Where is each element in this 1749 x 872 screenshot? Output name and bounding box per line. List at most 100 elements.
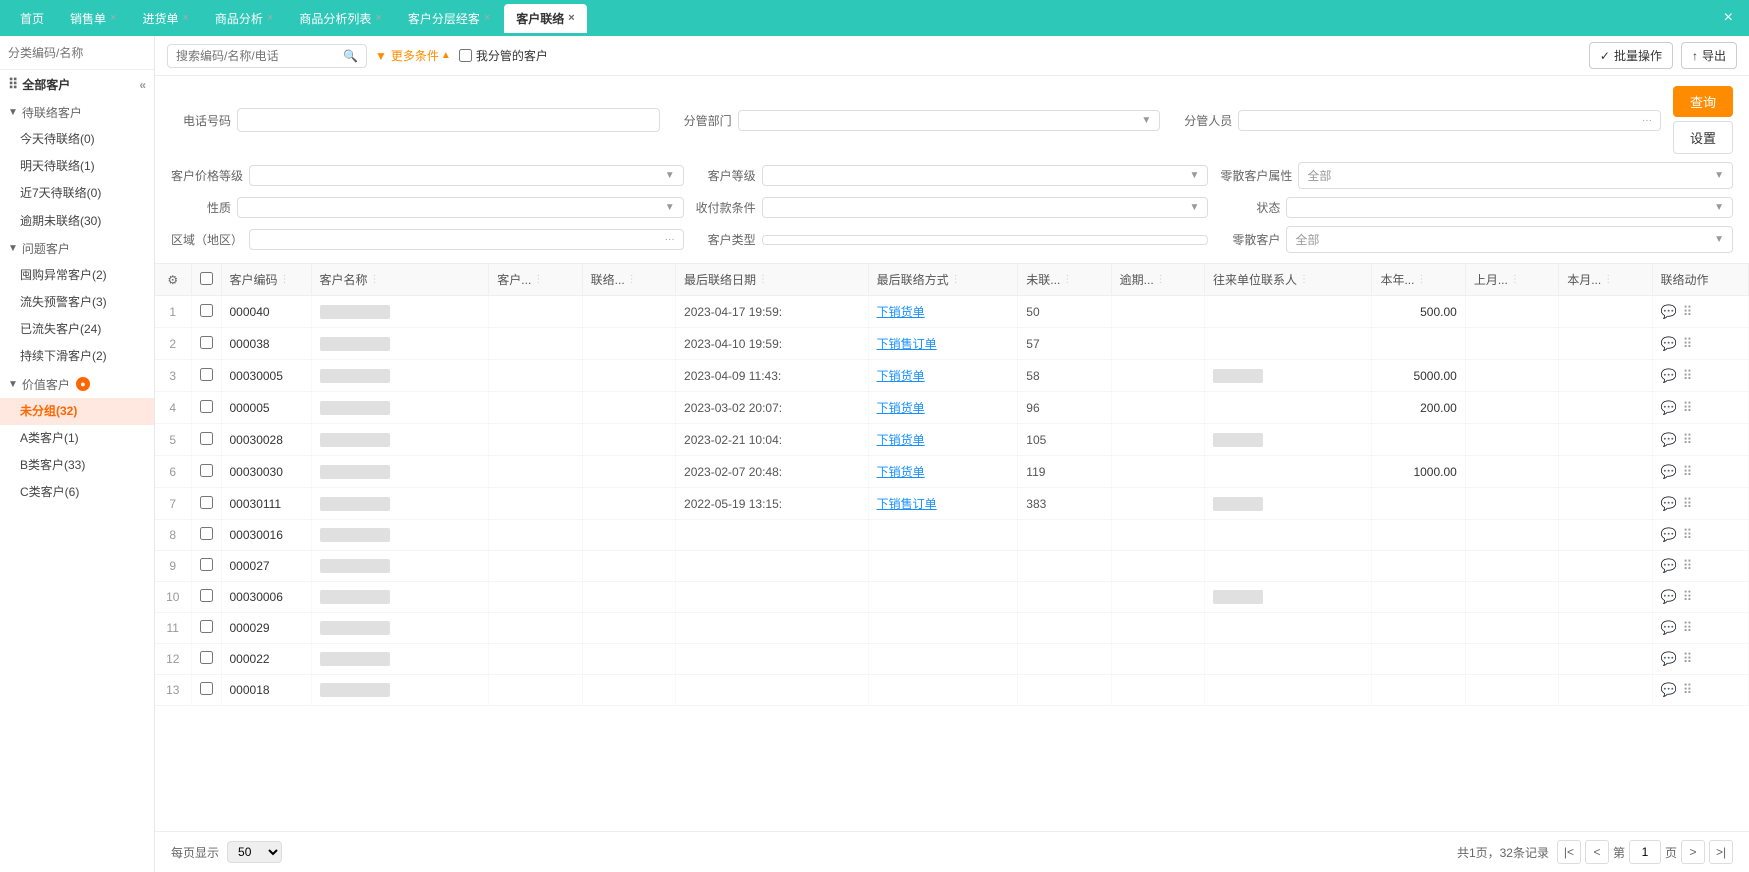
more-icon[interactable]: ⠿	[1683, 464, 1693, 480]
chat-icon[interactable]: 💬	[1661, 589, 1677, 605]
row-checkbox[interactable]	[200, 527, 213, 540]
tab-home[interactable]: 首页	[8, 4, 56, 33]
code-sort-icon[interactable]: ⋮	[280, 274, 290, 285]
no-contact-sort-icon[interactable]: ⋮	[1062, 274, 1072, 285]
last-method-sort-icon[interactable]: ⋮	[951, 274, 961, 285]
chat-icon[interactable]: 💬	[1661, 304, 1677, 320]
next-page-btn[interactable]: >	[1681, 840, 1705, 864]
field-region-select[interactable]: ···	[249, 229, 684, 250]
select-all-checkbox[interactable]	[200, 272, 213, 285]
sidebar-search-input[interactable]	[8, 46, 155, 60]
last-date-sort-icon[interactable]: ⋮	[758, 274, 768, 285]
query-button[interactable]: 查询	[1673, 86, 1733, 117]
sidebar-item-declining[interactable]: 持续下滑客户(2)	[0, 343, 154, 370]
more-icon[interactable]: ⠿	[1683, 682, 1693, 698]
row-checkbox[interactable]	[200, 496, 213, 509]
filter-more-conditions[interactable]: ▼ 更多条件 ▲	[375, 47, 451, 64]
tab-customer-tier-close[interactable]: ×	[484, 12, 490, 24]
row-checkbox[interactable]	[200, 464, 213, 477]
sidebar-item-overdue[interactable]: 逾期未联络(30)	[0, 208, 154, 235]
sidebar-group-pending[interactable]: ▼ 待联络客户	[0, 99, 154, 126]
this-year-sort-icon[interactable]: ⋮	[1416, 274, 1426, 285]
more-icon[interactable]: ⠿	[1683, 400, 1693, 416]
more-icon[interactable]: ⠿	[1683, 558, 1693, 574]
last-method-link[interactable]: 下销货单	[877, 401, 925, 415]
last-method-link[interactable]: 下销货单	[877, 433, 925, 447]
sidebar-item-7days[interactable]: 近7天待联络(0)	[0, 180, 154, 207]
row-checkbox[interactable]	[200, 558, 213, 571]
last-method-link[interactable]: 下销货单	[877, 465, 925, 479]
row-checkbox[interactable]	[200, 400, 213, 413]
last-month-sort-icon[interactable]: ⋮	[1510, 274, 1520, 285]
field-sparse-customer-select[interactable]: 全部 ▼	[1286, 226, 1733, 253]
tab-goods-list[interactable]: 商品分析列表 ×	[287, 4, 393, 33]
row-checkbox[interactable]	[200, 589, 213, 602]
more-icon[interactable]: ⠿	[1683, 527, 1693, 543]
row-checkbox[interactable]	[200, 336, 213, 349]
sidebar-item-type-c[interactable]: C类客户(6)	[0, 479, 154, 506]
field-dept-select[interactable]: ▼	[738, 110, 1161, 131]
field-manager-select[interactable]: ···	[1238, 110, 1661, 131]
more-icon[interactable]: ⠿	[1683, 651, 1693, 667]
settings-icon[interactable]: ⚙	[167, 273, 178, 287]
reset-button[interactable]: 设置	[1673, 121, 1733, 154]
row-checkbox[interactable]	[200, 682, 213, 695]
field-nature-select[interactable]: ▼	[237, 197, 684, 218]
field-payment-select[interactable]: ▼	[762, 197, 1209, 218]
row-checkbox[interactable]	[200, 432, 213, 445]
field-price-level-select[interactable]: ▼	[249, 165, 684, 186]
chat-icon[interactable]: 💬	[1661, 620, 1677, 636]
field-sparse-attr-select[interactable]: 全部 ▼	[1298, 162, 1733, 189]
row-checkbox[interactable]	[200, 651, 213, 664]
type-sort-icon[interactable]: ⋮	[533, 274, 543, 285]
sidebar-group-problem[interactable]: ▼ 问题客户	[0, 235, 154, 262]
chat-icon[interactable]: 💬	[1661, 464, 1677, 480]
more-icon[interactable]: ⠿	[1683, 368, 1693, 384]
tab-sales[interactable]: 销售单 ×	[58, 4, 128, 33]
row-checkbox[interactable]	[200, 368, 213, 381]
chat-icon[interactable]: 💬	[1661, 558, 1677, 574]
row-checkbox[interactable]	[200, 620, 213, 633]
sidebar-item-today[interactable]: 今天待联络(0)	[0, 126, 154, 153]
more-icon[interactable]: ⠿	[1683, 496, 1693, 512]
window-close-button[interactable]: ×	[1716, 9, 1741, 27]
filter-search-icon[interactable]: 🔍	[343, 49, 358, 63]
unit-contact-sort-icon[interactable]: ⋮	[1299, 274, 1309, 285]
chat-icon[interactable]: 💬	[1661, 527, 1677, 543]
tab-purchase-close[interactable]: ×	[182, 12, 188, 24]
chat-icon[interactable]: 💬	[1661, 496, 1677, 512]
sidebar-item-abnormal[interactable]: 囤购异常客户(2)	[0, 262, 154, 289]
sidebar-all-customers[interactable]: ⠿ 全部客户 «	[0, 70, 154, 99]
contact-sort-icon[interactable]: ⋮	[627, 274, 637, 285]
first-page-btn[interactable]: |<	[1557, 840, 1581, 864]
more-icon[interactable]: ⠿	[1683, 620, 1693, 636]
last-method-link[interactable]: 下销售订单	[877, 337, 937, 351]
tab-sales-close[interactable]: ×	[110, 12, 116, 24]
sidebar-item-churned[interactable]: 已流失客户(24)	[0, 316, 154, 343]
sidebar-collapse-icon[interactable]: «	[139, 78, 146, 92]
last-method-link[interactable]: 下销售订单	[877, 497, 937, 511]
per-page-select[interactable]: 50 20 100	[227, 841, 282, 863]
field-customer-level-select[interactable]: ▼	[762, 165, 1209, 186]
tab-customer-tier[interactable]: 客户分层经客 ×	[396, 4, 502, 33]
batch-ops-button[interactable]: ✓ 批量操作	[1589, 42, 1673, 69]
sidebar-item-churn-warning[interactable]: 流失预警客户(3)	[0, 289, 154, 316]
name-sort-icon[interactable]: ⋮	[370, 274, 380, 285]
sidebar-item-tomorrow[interactable]: 明天待联络(1)	[0, 153, 154, 180]
tab-customer-contact-close[interactable]: ×	[568, 12, 574, 24]
chat-icon[interactable]: 💬	[1661, 400, 1677, 416]
last-method-link[interactable]: 下销货单	[877, 305, 925, 319]
row-checkbox[interactable]	[200, 304, 213, 317]
filter-search-input[interactable]	[176, 49, 339, 63]
chat-icon[interactable]: 💬	[1661, 682, 1677, 698]
last-method-link[interactable]: 下销货单	[877, 369, 925, 383]
tab-goods-analysis[interactable]: 商品分析 ×	[203, 4, 285, 33]
more-icon[interactable]: ⠿	[1683, 432, 1693, 448]
last-page-btn[interactable]: >|	[1709, 840, 1733, 864]
more-icon[interactable]: ⠿	[1683, 589, 1693, 605]
chat-icon[interactable]: 💬	[1661, 368, 1677, 384]
field-phone-input[interactable]	[237, 108, 660, 132]
sidebar-item-type-b[interactable]: B类客户(33)	[0, 452, 154, 479]
tab-goods-analysis-close[interactable]: ×	[267, 12, 273, 24]
field-customer-type-select[interactable]	[762, 235, 1209, 245]
